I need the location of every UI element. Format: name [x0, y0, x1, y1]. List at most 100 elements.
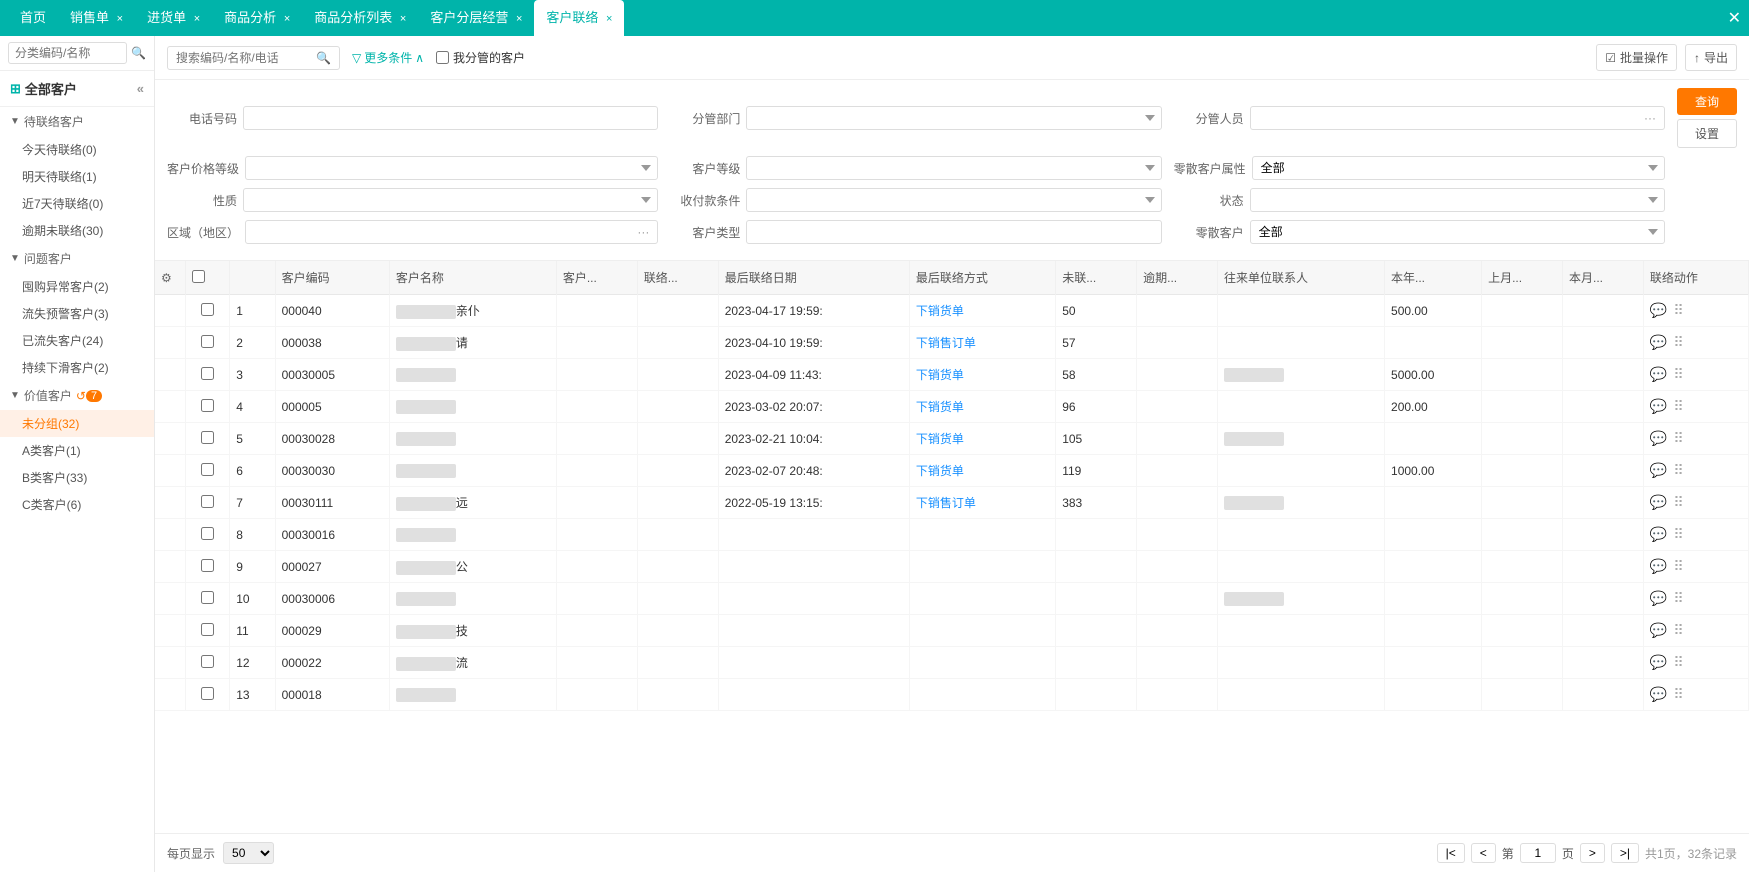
- close-tab-purchase-order[interactable]: ×: [194, 13, 200, 25]
- filter-scattered-attr-select[interactable]: 全部: [1252, 156, 1665, 180]
- sidebar-item-declining[interactable]: 持续下滑客户(2): [0, 354, 154, 381]
- row-checkbox[interactable]: [201, 527, 214, 540]
- tab-product-analysis[interactable]: 商品分析 ×: [212, 0, 302, 36]
- apps-action-icon[interactable]: ⠿: [1673, 334, 1683, 351]
- filter-price-level-select[interactable]: [245, 156, 658, 180]
- last-method-link[interactable]: 下销货单: [916, 368, 964, 382]
- message-action-icon[interactable]: 💬: [1650, 494, 1667, 511]
- export-button[interactable]: ↑ 导出: [1685, 44, 1737, 71]
- row-checkbox[interactable]: [201, 495, 214, 508]
- apps-action-icon[interactable]: ⠿: [1673, 622, 1683, 639]
- message-action-icon[interactable]: 💬: [1650, 654, 1667, 671]
- row-checkbox[interactable]: [201, 591, 214, 604]
- last-method-link[interactable]: 下销货单: [916, 432, 964, 446]
- prev-page-button[interactable]: <: [1471, 843, 1496, 863]
- filter-customer-type-input[interactable]: [746, 220, 1161, 244]
- more-icon[interactable]: ···: [1644, 111, 1656, 125]
- filter-status-select[interactable]: [1250, 188, 1665, 212]
- last-method-link[interactable]: 下销售订单: [916, 496, 976, 510]
- apps-action-icon[interactable]: ⠿: [1673, 302, 1683, 319]
- last-page-button[interactable]: >|: [1611, 843, 1639, 863]
- apps-action-icon[interactable]: ⠿: [1673, 686, 1683, 703]
- row-checkbox[interactable]: [201, 655, 214, 668]
- region-more-icon[interactable]: ···: [637, 225, 649, 239]
- filter-nature-select[interactable]: [243, 188, 658, 212]
- row-gear[interactable]: [155, 359, 185, 391]
- filter-customer-level-select[interactable]: [746, 156, 1161, 180]
- tab-customer-contact[interactable]: 客户联络 ×: [534, 0, 624, 36]
- refresh-icon[interactable]: ↺: [76, 389, 86, 403]
- apps-action-icon[interactable]: ⠿: [1673, 558, 1683, 575]
- close-tab-customer-tiering[interactable]: ×: [516, 13, 522, 25]
- first-page-button[interactable]: |<: [1437, 843, 1465, 863]
- row-gear[interactable]: [155, 519, 185, 551]
- col-type-header[interactable]: 客户...: [556, 261, 637, 295]
- col-contact-person-header[interactable]: 往来单位联系人: [1218, 261, 1385, 295]
- search-icon[interactable]: 🔍: [316, 51, 331, 65]
- row-checkbox[interactable]: [201, 463, 214, 476]
- apps-action-icon[interactable]: ⠿: [1673, 654, 1683, 671]
- search-button[interactable]: 查询: [1677, 88, 1737, 115]
- apps-action-icon[interactable]: ⠿: [1673, 366, 1683, 383]
- apps-action-icon[interactable]: ⠿: [1673, 430, 1683, 447]
- apps-action-icon[interactable]: ⠿: [1673, 398, 1683, 415]
- apps-action-icon[interactable]: ⠿: [1673, 526, 1683, 543]
- close-tab-sales-order[interactable]: ×: [117, 13, 123, 25]
- row-checkbox[interactable]: [201, 335, 214, 348]
- row-checkbox[interactable]: [201, 687, 214, 700]
- sidebar-section-problem-customers[interactable]: ▼ 问题客户: [0, 244, 154, 273]
- sidebar-item-class-c[interactable]: C类客户(6): [0, 491, 154, 518]
- message-action-icon[interactable]: 💬: [1650, 622, 1667, 639]
- row-gear[interactable]: [155, 487, 185, 519]
- message-action-icon[interactable]: 💬: [1650, 302, 1667, 319]
- row-gear[interactable]: [155, 391, 185, 423]
- row-checkbox[interactable]: [201, 367, 214, 380]
- last-method-link[interactable]: 下销货单: [916, 400, 964, 414]
- message-action-icon[interactable]: 💬: [1650, 558, 1667, 575]
- filter-payment-select[interactable]: [746, 188, 1161, 212]
- nav-home[interactable]: 首页: [8, 0, 58, 36]
- search-input[interactable]: [176, 51, 316, 65]
- select-all-checkbox[interactable]: [192, 270, 205, 283]
- sidebar-item-class-b[interactable]: B类客户(33): [0, 464, 154, 491]
- row-gear[interactable]: [155, 679, 185, 711]
- close-tab-product-analysis-list[interactable]: ×: [400, 13, 406, 25]
- message-action-icon[interactable]: 💬: [1650, 366, 1667, 383]
- my-customers-checkbox-label[interactable]: 我分管的客户: [436, 49, 525, 66]
- batch-operation-button[interactable]: ☑ 批量操作: [1596, 44, 1677, 71]
- col-code-header[interactable]: 客户编码: [275, 261, 389, 295]
- tab-customer-tiering[interactable]: 客户分层经营 ×: [418, 0, 534, 36]
- row-gear[interactable]: [155, 551, 185, 583]
- sidebar-item-churn-warning[interactable]: 流失预警客户(3): [0, 300, 154, 327]
- sidebar-item-churned[interactable]: 已流失客户(24): [0, 327, 154, 354]
- tab-sales-order[interactable]: 销售单 ×: [58, 0, 135, 36]
- row-checkbox[interactable]: [201, 399, 214, 412]
- page-size-select[interactable]: 50 20 100: [223, 842, 274, 864]
- last-method-link[interactable]: 下销货单: [916, 464, 964, 478]
- sidebar-all-customers[interactable]: ⊞ 全部客户 «: [0, 71, 154, 107]
- sidebar-section-value-customers[interactable]: ▼ 价值客户 ↺ 7: [0, 381, 154, 410]
- sidebar-item-ungrouped[interactable]: 未分组(32): [0, 410, 154, 437]
- page-number-input[interactable]: [1520, 843, 1556, 863]
- apps-action-icon[interactable]: ⠿: [1673, 590, 1683, 607]
- message-action-icon[interactable]: 💬: [1650, 462, 1667, 479]
- row-gear[interactable]: [155, 583, 185, 615]
- window-close-button[interactable]: ✕: [1728, 8, 1741, 28]
- sidebar-item-abnormal-hoard[interactable]: 囤购异常客户(2): [0, 273, 154, 300]
- last-method-link[interactable]: 下销货单: [916, 304, 964, 318]
- reset-button[interactable]: 设置: [1677, 119, 1737, 148]
- col-no-contact-header[interactable]: 未联...: [1056, 261, 1137, 295]
- sidebar-item-class-a[interactable]: A类客户(1): [0, 437, 154, 464]
- close-tab-product-analysis[interactable]: ×: [284, 13, 290, 25]
- row-checkbox[interactable]: [201, 559, 214, 572]
- row-checkbox[interactable]: [201, 303, 214, 316]
- sidebar-item-today-pending[interactable]: 今天待联络(0): [0, 136, 154, 163]
- tab-purchase-order[interactable]: 进货单 ×: [135, 0, 212, 36]
- sidebar-item-tomorrow-pending[interactable]: 明天待联络(1): [0, 163, 154, 190]
- sidebar-item-overdue-contact[interactable]: 逾期未联络(30): [0, 217, 154, 244]
- close-tab-customer-contact[interactable]: ×: [606, 13, 612, 25]
- sidebar-section-pending-contact[interactable]: ▼ 待联络客户: [0, 107, 154, 136]
- col-last-method-header[interactable]: 最后联络方式: [909, 261, 1055, 295]
- apps-action-icon[interactable]: ⠿: [1673, 462, 1683, 479]
- next-page-button[interactable]: >: [1580, 843, 1605, 863]
